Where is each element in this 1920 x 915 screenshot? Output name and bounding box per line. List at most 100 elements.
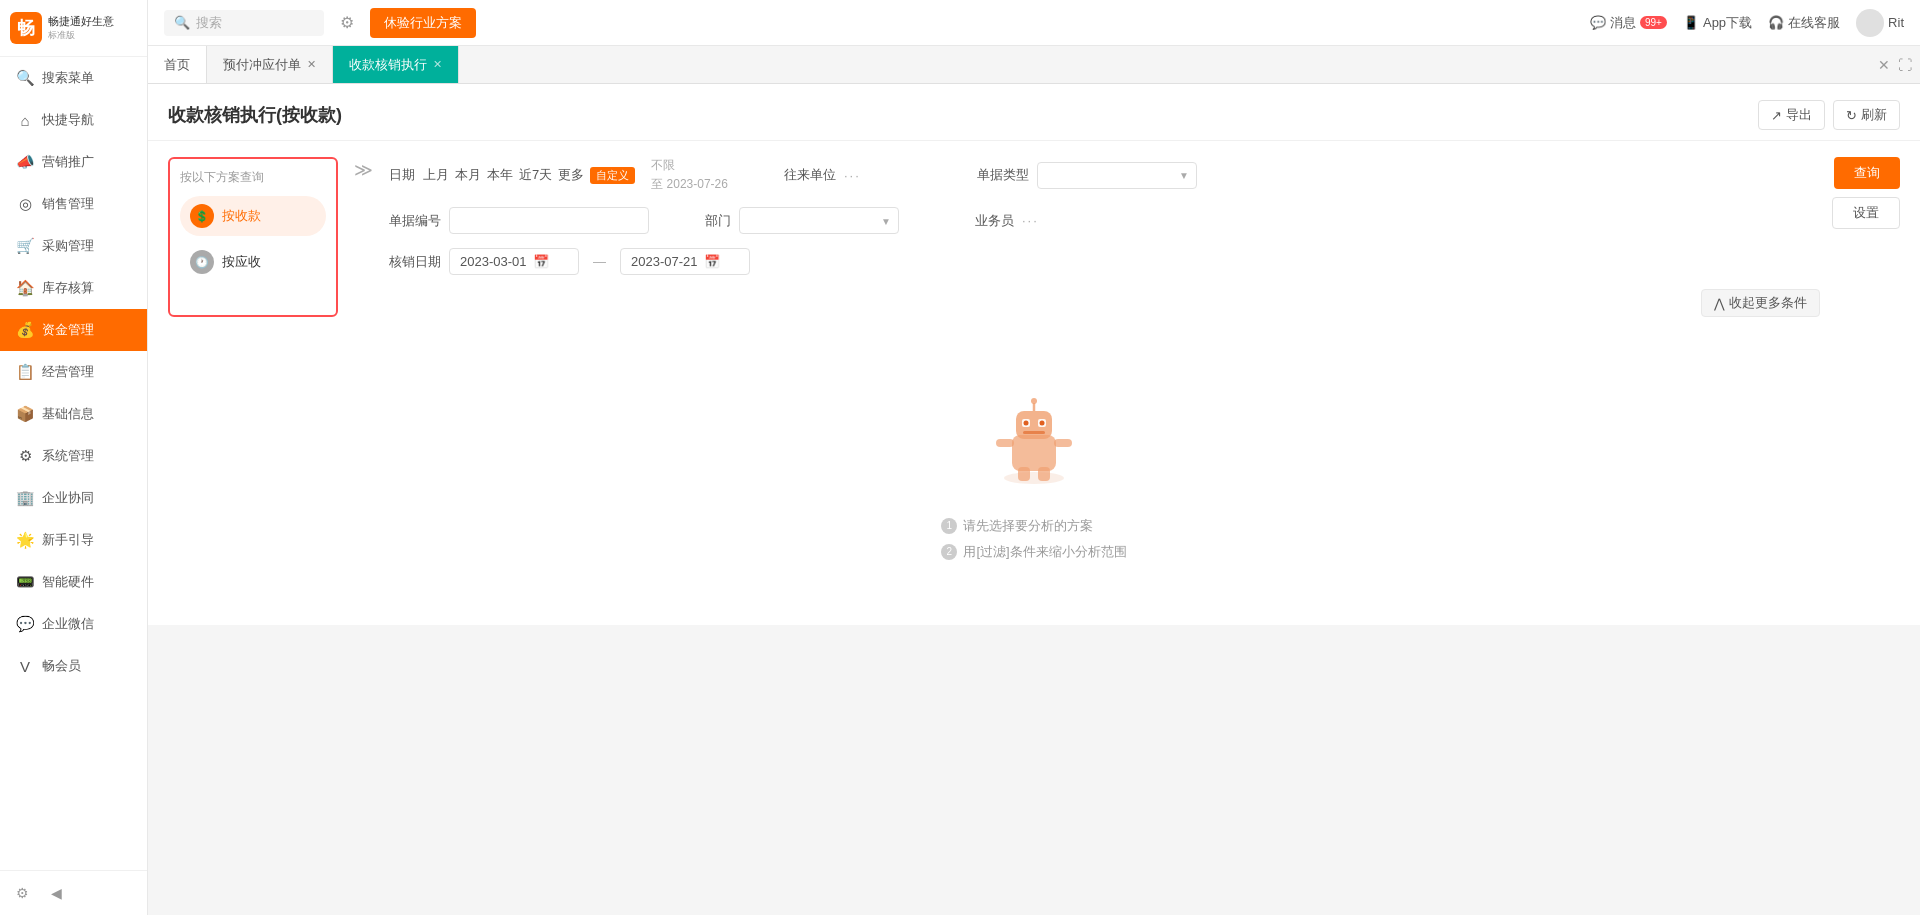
salesman-ellipsis[interactable]: ··· [1022, 213, 1039, 228]
date-this-year[interactable]: 本年 [487, 166, 513, 184]
tab-collection-close[interactable]: ✕ [433, 58, 442, 71]
collapse-conditions-button[interactable]: ⋀ 收起更多条件 [1701, 289, 1820, 317]
page-actions: ↗ 导出 ↻ 刷新 [1758, 100, 1900, 130]
filter-option-by-receivable[interactable]: 🕐 按应收 [180, 242, 326, 282]
collapse-sidebar-icon[interactable]: ◀ [42, 879, 70, 907]
filter-settings-button[interactable]: 设置 [1832, 197, 1900, 229]
svg-point-13 [1031, 398, 1037, 404]
tab-prepay-close[interactable]: ✕ [307, 58, 316, 71]
doc-no-input[interactable] [449, 207, 649, 234]
date-last-month[interactable]: 上月 [423, 166, 449, 184]
message-item[interactable]: 💬 消息 99+ [1590, 14, 1667, 32]
service-icon: 🎧 [1768, 15, 1784, 30]
verify-date-start[interactable]: 2023-03-01 📅 [449, 248, 579, 275]
date-custom-tag[interactable]: 自定义 [590, 167, 635, 184]
doc-type-select[interactable] [1037, 162, 1197, 189]
refresh-button[interactable]: ↻ 刷新 [1833, 100, 1900, 130]
dept-select[interactable] [739, 207, 899, 234]
sidebar-item-marketing[interactable]: 📣 营销推广 [0, 141, 147, 183]
doc-no-field: 单据编号 [389, 207, 649, 234]
tab-home[interactable]: 首页 [148, 46, 207, 83]
refresh-icon: ↻ [1846, 108, 1857, 123]
topbar-search-icon: 🔍 [174, 15, 190, 30]
date-more[interactable]: 更多 [558, 166, 584, 184]
sidebar-item-purchase[interactable]: 🛒 采购管理 [0, 225, 147, 267]
query-buttons: 查询 设置 [1832, 157, 1900, 229]
page-title: 收款核销执行(按收款) [168, 103, 342, 127]
tab-collection[interactable]: 收款核销执行 ✕ [333, 46, 459, 83]
sidebar-item-enterprise[interactable]: 🏢 企业协同 [0, 477, 147, 519]
sidebar-item-basic[interactable]: 📦 基础信息 [0, 393, 147, 435]
enterprise-icon: 🏢 [16, 489, 34, 507]
sales-icon: ◎ [16, 195, 34, 213]
content-area: 收款核销执行(按收款) ↗ 导出 ↻ 刷新 按以下方案查询 [148, 84, 1920, 915]
sidebar: 畅 畅捷通好生意 标准版 🔍 搜索菜单 ⌂ 快捷导航 📣 营销推广 ◎ 销售管理… [0, 0, 148, 915]
search-icon: 🔍 [16, 69, 34, 87]
tab-prepay[interactable]: 预付冲应付单 ✕ [207, 46, 333, 83]
doc-type-select-wrapper: ▼ [1037, 162, 1197, 189]
purchase-icon: 🛒 [16, 237, 34, 255]
app-download-item[interactable]: 📱 App下载 [1683, 14, 1752, 32]
close-tab-icon[interactable]: ✕ [1878, 57, 1890, 73]
tabbar: 首页 预付冲应付单 ✕ 收款核销执行 ✕ ✕ ⛶ [148, 46, 1920, 84]
chevron-up-icon: ⋀ [1714, 296, 1725, 311]
sidebar-item-finance[interactable]: 💰 资金管理 [0, 309, 147, 351]
sidebar-item-hardware[interactable]: 📟 智能硬件 [0, 561, 147, 603]
sidebar-bottom: ⚙ ◀ [0, 870, 147, 915]
svg-rect-11 [1038, 467, 1050, 481]
sidebar-item-inventory[interactable]: 🏠 库存核算 [0, 267, 147, 309]
logo-text: 畅捷通好生意 标准版 [48, 14, 114, 41]
sidebar-nav: 🔍 搜索菜单 ⌂ 快捷导航 📣 营销推广 ◎ 销售管理 🛒 采购管理 🏠 库存核… [0, 57, 147, 870]
export-icon: ↗ [1771, 108, 1782, 123]
tabbar-actions: ✕ ⛶ [1878, 57, 1920, 73]
svg-rect-1 [1012, 435, 1056, 471]
sidebar-item-quick-nav[interactable]: ⌂ 快捷导航 [0, 99, 147, 141]
settings-icon[interactable]: ⚙ [340, 13, 354, 32]
calendar-icon: 📅 [533, 254, 549, 269]
user-item[interactable]: Rit [1856, 9, 1904, 37]
date-this-month[interactable]: 本月 [455, 166, 481, 184]
sidebar-item-guide[interactable]: 🌟 新手引导 [0, 519, 147, 561]
sidebar-item-weixin[interactable]: 💬 企业微信 [0, 603, 147, 645]
online-service-item[interactable]: 🎧 在线客服 [1768, 14, 1840, 32]
query-button[interactable]: 查询 [1834, 157, 1900, 189]
filter-row-2: 单据编号 部门 ▼ [389, 207, 1820, 234]
svg-rect-9 [1054, 439, 1072, 447]
sidebar-item-sales[interactable]: ◎ 销售管理 [0, 183, 147, 225]
settings-bottom-icon[interactable]: ⚙ [8, 879, 36, 907]
empty-state: 1 请先选择要分析的方案 2 用[过滤]条件来缩小分析范围 [148, 333, 1920, 625]
date-field: 日期 上月 本月 本年 近7天 更多 自定义 [389, 166, 635, 184]
partner-ellipsis[interactable]: ··· [844, 168, 861, 183]
sidebar-item-search[interactable]: 🔍 搜索菜单 [0, 57, 147, 99]
date-7-days[interactable]: 近7天 [519, 166, 552, 184]
export-button[interactable]: ↗ 导出 [1758, 100, 1825, 130]
sidebar-item-system[interactable]: ⚙ 系统管理 [0, 435, 147, 477]
svg-point-5 [1024, 421, 1029, 426]
filter-panel: 按以下方案查询 💲 按收款 🕐 按应收 ≫ [148, 141, 1920, 333]
sidebar-item-operation[interactable]: 📋 经营管理 [0, 351, 147, 393]
basic-icon: 📦 [16, 405, 34, 423]
verify-date-end[interactable]: 2023-07-21 📅 [620, 248, 750, 275]
date-quick-options: 上月 本月 本年 近7天 更多 自定义 [423, 166, 635, 184]
topbar-search[interactable]: 🔍 搜索 [164, 10, 324, 36]
industry-solution-button[interactable]: 休验行业方案 [370, 8, 476, 38]
filter-row-3: 核销日期 2023-03-01 📅 — 2023-07-21 📅 [389, 248, 1820, 275]
sidebar-item-member[interactable]: V 畅会员 [0, 645, 147, 687]
expand-tab-icon[interactable]: ⛶ [1898, 57, 1912, 73]
system-icon: ⚙ [16, 447, 34, 465]
weixin-icon: 💬 [16, 615, 34, 633]
filter-option-by-collection[interactable]: 💲 按收款 [180, 196, 326, 236]
main-content: 🔍 搜索 ⚙ 休验行业方案 💬 消息 99+ 📱 App下载 🎧 在线客服 Ri… [148, 0, 1920, 915]
svg-rect-8 [996, 439, 1014, 447]
logo-icon: 畅 [10, 12, 42, 44]
calendar-end-icon: 📅 [704, 254, 720, 269]
avatar [1856, 9, 1884, 37]
home-icon: ⌂ [16, 112, 34, 129]
partner-field: 往来单位 ··· [784, 166, 861, 184]
inventory-icon: 🏠 [16, 279, 34, 297]
collapse-left-panel[interactable]: ≫ [354, 157, 373, 317]
topbar: 🔍 搜索 ⚙ 休验行业方案 💬 消息 99+ 📱 App下载 🎧 在线客服 Ri… [148, 0, 1920, 46]
operation-icon: 📋 [16, 363, 34, 381]
dept-select-wrapper: ▼ [739, 207, 899, 234]
guide-icon: 🌟 [16, 531, 34, 549]
